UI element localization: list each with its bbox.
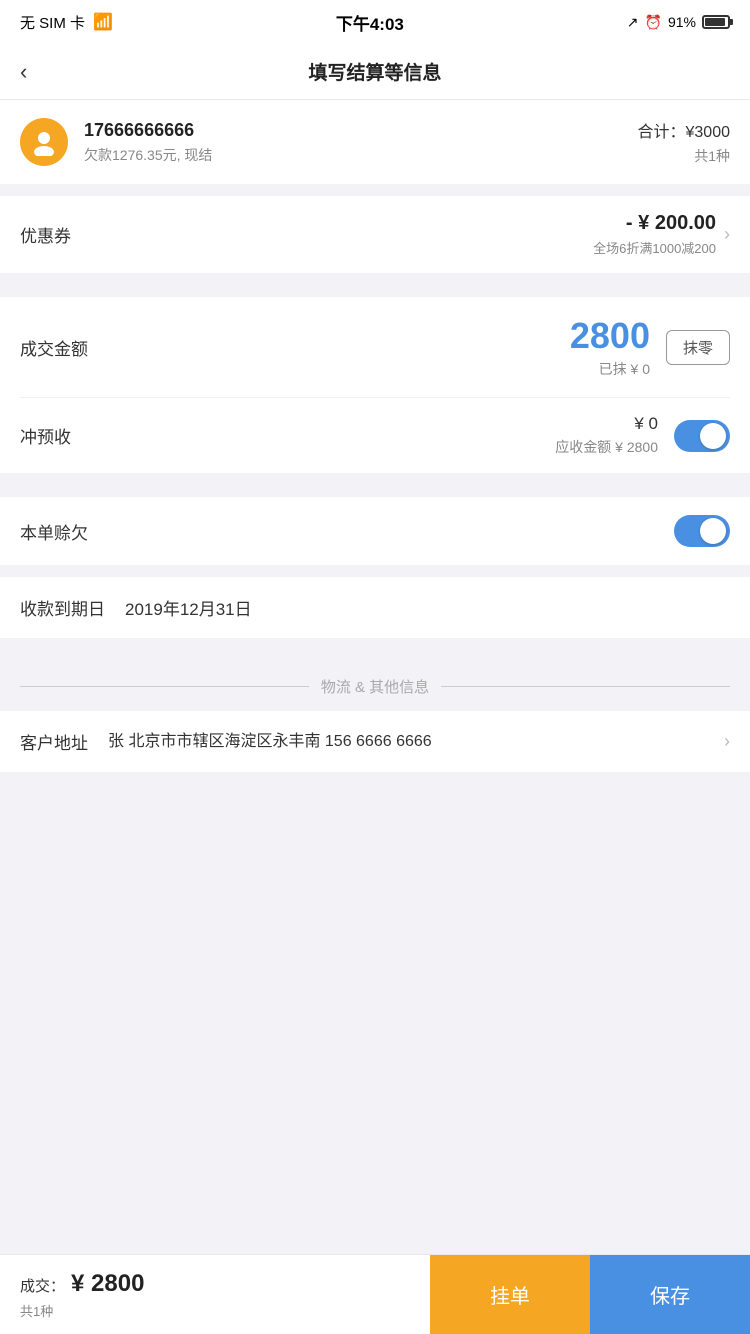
round-button[interactable]: 抹零 — [666, 330, 730, 365]
status-right: ↗ ⏰ 91% — [627, 14, 730, 31]
total-count: 共1种 — [638, 146, 731, 166]
coupon-row[interactable]: 优惠券 - ¥ 200.00 全场6折满1000减200 › — [0, 196, 750, 273]
back-button[interactable]: ‹ — [12, 51, 35, 93]
coupon-discount-amount: - ¥ 200.00 — [593, 212, 716, 235]
prepay-toggle[interactable] — [674, 420, 730, 452]
bottom-deal-amount: ¥ 2800 — [71, 1270, 144, 1298]
status-time: 下午4:03 — [336, 10, 404, 35]
status-bar: 无 SIM 卡 📶 下午4:03 ↗ ⏰ 91% — [0, 0, 750, 44]
due-date-value: 2019年12月31日 — [125, 595, 252, 620]
bottom-count: 共1种 — [20, 1301, 410, 1320]
location-icon: ↗ — [627, 14, 639, 31]
deal-amount: 2800 — [570, 315, 650, 357]
address-section[interactable]: 客户地址 张 北京市市辖区海淀区永丰南 156 6666 6666 › — [0, 711, 750, 772]
deal-section: 成交金额 2800 已抹 ¥ 0 抹零 冲预收 ¥ 0 应收金额 ¥ 2800 — [0, 297, 750, 473]
prepay-receivable: 应收金额 ¥ 2800 — [555, 437, 658, 457]
coupon-label: 优惠券 — [20, 222, 71, 247]
bottom-bar: 成交： ¥ 2800 共1种 挂单 保存 — [0, 1254, 750, 1334]
alarm-icon: ⏰ — [645, 14, 662, 31]
logistics-divider: 物流 & 其他信息 — [0, 662, 750, 711]
customer-phone: 17666666666 — [84, 120, 212, 141]
separator-1 — [0, 285, 750, 297]
bottom-deal-label: 成交： — [20, 1275, 65, 1296]
total-amount: 合计：¥3000 — [638, 118, 731, 142]
deal-row: 成交金额 2800 已抹 ¥ 0 抹零 — [0, 297, 750, 397]
deal-label: 成交金额 — [20, 335, 88, 360]
status-left: 无 SIM 卡 📶 — [20, 12, 113, 33]
deal-sub: 已抹 ¥ 0 — [570, 359, 650, 379]
coupon-chevron-icon: › — [724, 224, 730, 245]
bottom-btn-group: 挂单 保存 — [430, 1255, 750, 1334]
customer-debt: 欠款1276.35元, 现结 — [84, 145, 212, 165]
due-date-label: 收款到期日 — [20, 595, 105, 620]
bottom-summary: 成交： ¥ 2800 共1种 — [0, 1270, 430, 1320]
content: 17666666666 欠款1276.35元, 现结 合计：¥3000 共1种 … — [0, 100, 750, 884]
sim-text: 无 SIM 卡 — [20, 12, 85, 33]
prepay-label: 冲预收 — [20, 423, 71, 448]
prepay-row: 冲预收 ¥ 0 应收金额 ¥ 2800 — [0, 398, 750, 473]
battery-pct: 91% — [668, 14, 696, 30]
deferred-row: 本单赊欠 — [0, 497, 750, 565]
battery-icon — [702, 15, 730, 29]
deferred-section: 本单赊欠 — [0, 497, 750, 565]
nav-bar: ‹ 填写结算等信息 — [0, 44, 750, 100]
separator-2 — [0, 485, 750, 497]
coupon-discount-desc: 全场6折满1000减200 — [593, 238, 716, 257]
deferred-toggle[interactable] — [674, 515, 730, 547]
deferred-label: 本单赊欠 — [20, 519, 88, 544]
address-chevron-icon: › — [724, 731, 730, 752]
customer-section: 17666666666 欠款1276.35元, 现结 合计：¥3000 共1种 — [0, 100, 750, 184]
due-date-row: 收款到期日 2019年12月31日 — [0, 577, 750, 638]
address-label: 客户地址 — [20, 729, 88, 754]
prepay-amount: ¥ 0 — [555, 414, 658, 434]
address-value: 张 北京市市辖区海淀区永丰南 156 6666 6666 — [108, 730, 724, 754]
avatar — [20, 118, 68, 166]
wifi-icon: 📶 — [93, 12, 113, 32]
page-title: 填写结算等信息 — [308, 58, 441, 85]
separator-3 — [0, 650, 750, 662]
save-button[interactable]: 保存 — [590, 1255, 750, 1334]
pending-button[interactable]: 挂单 — [430, 1255, 590, 1334]
logistics-text: 物流 & 其他信息 — [321, 676, 429, 697]
